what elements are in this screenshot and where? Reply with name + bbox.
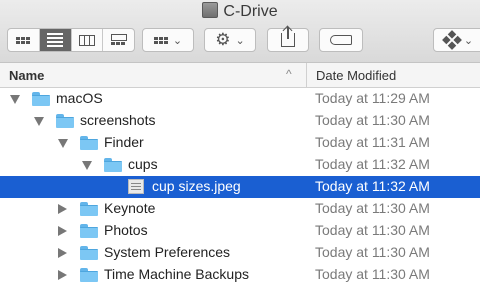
item-name: Keynote <box>104 200 156 216</box>
share-button[interactable] <box>267 27 309 52</box>
name-column-header[interactable]: Name <box>9 68 44 83</box>
disclosure-triangle-closed-icon[interactable] <box>58 248 67 258</box>
chevron-down-icon: ⌄ <box>235 34 245 47</box>
folder-icon <box>32 92 50 106</box>
item-date-modified: Today at 11:30 AM <box>315 222 430 238</box>
list-item[interactable]: System Preferences Today at 11:30 AM <box>0 242 480 264</box>
item-name: System Preferences <box>104 244 231 260</box>
column-view-icon <box>78 34 95 46</box>
list-item[interactable]: Time Machine Backups Today at 11:30 AM <box>0 264 480 286</box>
folder-icon <box>80 224 98 238</box>
folder-icon <box>104 158 122 172</box>
toolbar: C-Drive ⌄ ⚙ ⌄ ⌄ <box>0 0 480 63</box>
item-name: cups <box>128 156 158 172</box>
list-item[interactable]: screenshots Today at 11:30 AM <box>0 110 480 132</box>
hard-drive-icon <box>202 2 219 18</box>
folder-icon <box>80 136 98 150</box>
share-icon <box>281 27 295 47</box>
icon-view-icon <box>16 36 31 44</box>
tags-button[interactable] <box>319 28 363 52</box>
disclosure-triangle-open-icon[interactable] <box>58 139 68 148</box>
list-item[interactable]: macOS Today at 11:29 AM <box>0 88 480 110</box>
action-button[interactable]: ⚙ ⌄ <box>204 28 256 52</box>
list-view-icon <box>47 33 64 47</box>
column-divider[interactable] <box>306 63 307 87</box>
item-date-modified: Today at 11:32 AM <box>315 156 430 172</box>
item-date-modified: Today at 11:30 AM <box>315 112 430 128</box>
gallery-view-button[interactable] <box>103 29 134 51</box>
folder-icon <box>80 246 98 260</box>
folder-icon <box>56 114 74 128</box>
item-date-modified: Today at 11:29 AM <box>315 90 430 106</box>
sort-ascending-icon: ^ <box>286 67 292 81</box>
list-item[interactable]: cups Today at 11:32 AM <box>0 154 480 176</box>
folder-icon <box>80 268 98 282</box>
disclosure-triangle-closed-icon[interactable] <box>58 226 67 236</box>
disclosure-triangle-closed-icon[interactable] <box>58 204 67 214</box>
image-file-icon <box>128 179 144 194</box>
gallery-view-icon <box>110 34 127 46</box>
disclosure-triangle-open-icon[interactable] <box>10 95 20 104</box>
item-name: Photos <box>104 222 148 238</box>
dropbox-icon <box>441 30 462 50</box>
item-name: cup sizes.jpeg <box>152 178 241 194</box>
list-view-button[interactable] <box>39 29 72 51</box>
item-name: Time Machine Backups <box>104 266 249 282</box>
item-date-modified: Today at 11:30 AM <box>315 200 430 216</box>
item-name: Finder <box>104 134 144 150</box>
list-item[interactable]: Photos Today at 11:30 AM <box>0 220 480 242</box>
column-header-bar: Name ^ Date Modified <box>0 63 480 88</box>
column-view-button[interactable] <box>72 29 104 51</box>
dropbox-button[interactable]: ⌄ <box>433 28 480 52</box>
chevron-down-icon: ⌄ <box>463 34 474 47</box>
icon-view-button[interactable] <box>8 29 40 51</box>
window-title-text: C-Drive <box>223 3 278 20</box>
item-date-modified: Today at 11:30 AM <box>315 244 430 260</box>
disclosure-triangle-closed-icon[interactable] <box>58 270 67 280</box>
view-mode-segmented-control <box>7 28 135 52</box>
group-by-button[interactable]: ⌄ <box>142 28 194 52</box>
item-date-modified: Today at 11:30 AM <box>315 266 430 282</box>
date-modified-column-header[interactable]: Date Modified <box>316 68 396 83</box>
folder-icon <box>80 202 98 216</box>
disclosure-triangle-open-icon[interactable] <box>82 161 92 170</box>
list-item[interactable]: Keynote Today at 11:30 AM <box>0 198 480 220</box>
window-title: C-Drive <box>0 2 480 21</box>
list-item[interactable]: cup sizes.jpeg Today at 11:32 AM <box>0 176 480 198</box>
file-list: macOS Today at 11:29 AM screenshots Today a… <box>0 88 480 286</box>
list-item[interactable]: Finder Today at 11:31 AM <box>0 132 480 154</box>
item-name: screenshots <box>80 112 156 128</box>
disclosure-triangle-open-icon[interactable] <box>34 117 44 126</box>
item-date-modified: Today at 11:32 AM <box>315 178 430 194</box>
finder-window: C-Drive ⌄ ⚙ ⌄ ⌄ Name ^ Date Modified mac… <box>0 0 480 295</box>
grid-icon <box>153 36 168 44</box>
tag-icon <box>330 35 352 45</box>
chevron-down-icon: ⌄ <box>172 34 183 47</box>
gear-icon: ⚙ <box>215 30 231 49</box>
item-name: macOS <box>56 90 103 106</box>
item-date-modified: Today at 11:31 AM <box>315 134 430 150</box>
